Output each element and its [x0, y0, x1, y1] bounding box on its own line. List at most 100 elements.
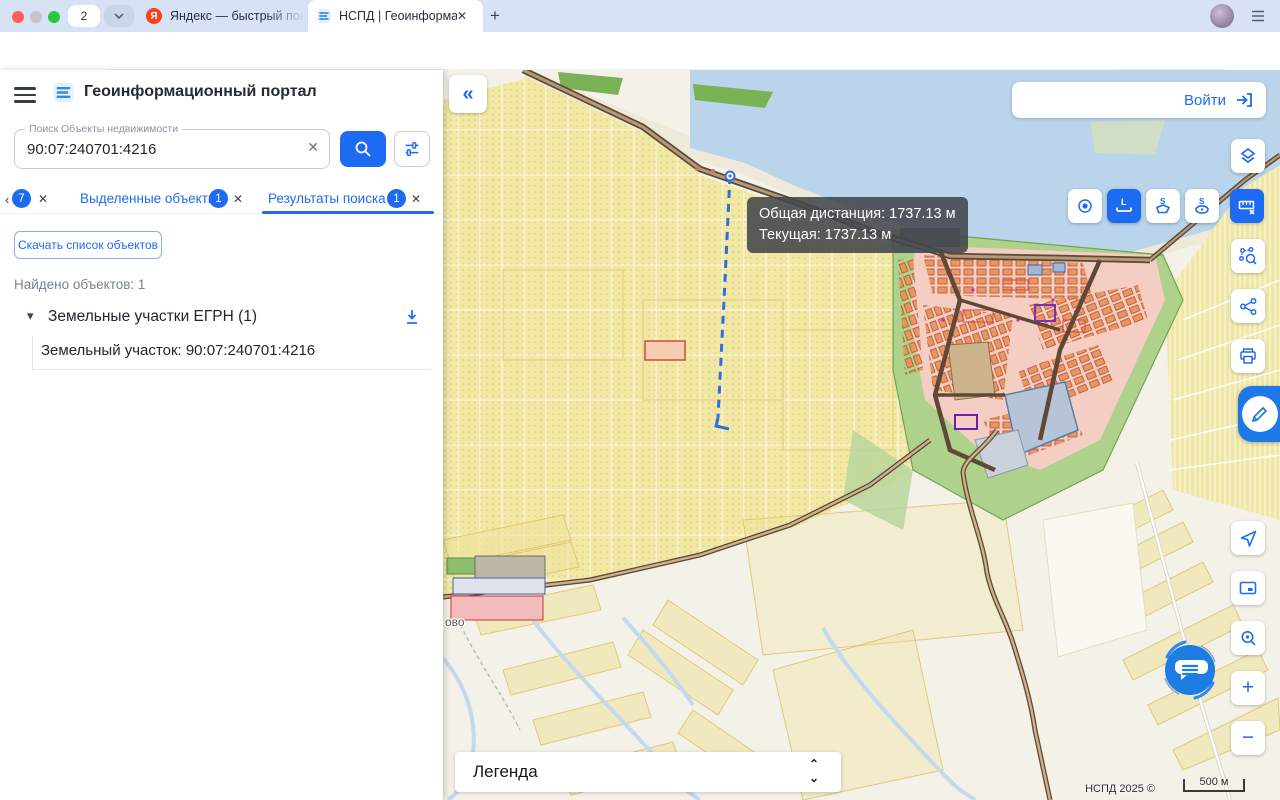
traffic-minimize-button[interactable]: [30, 11, 42, 23]
caret-up-icon: ⌃: [808, 757, 819, 771]
measure-point-button[interactable]: [1068, 189, 1102, 223]
collapse-chevron-icon[interactable]: ▾: [27, 308, 34, 324]
zoom-out-button[interactable]: −: [1231, 721, 1265, 755]
chevron-down-icon: [114, 13, 124, 19]
tab-close-icon[interactable]: ✕: [457, 9, 467, 23]
geometry-search-icon: [1239, 247, 1257, 265]
tab-title: НСПД | Геоинформаци: [339, 9, 457, 23]
circle-area-icon: S: [1195, 197, 1209, 214]
result-item-row[interactable]: Земельный участок: 90:07:240701:4216: [32, 336, 430, 370]
download-group-icon[interactable]: [403, 308, 421, 327]
legend-label: Легенда: [473, 762, 538, 781]
download-list-button[interactable]: Скачать список объектов: [14, 231, 162, 259]
search-button[interactable]: [340, 131, 386, 167]
length-icon: L: [1116, 197, 1132, 212]
tab-nspd[interactable]: НСПД | Геоинформаци ✕: [308, 0, 483, 32]
share-button[interactable]: [1231, 289, 1265, 323]
zoom-in-button[interactable]: +: [1231, 671, 1265, 705]
search-results-badge: 1: [387, 189, 406, 208]
share-icon: [1239, 297, 1256, 315]
map-attribution: НСПД 2025 ©: [1085, 783, 1155, 795]
measure-length-button[interactable]: L: [1107, 189, 1141, 223]
active-tab-underline: [262, 211, 434, 214]
hidden-tab-close-icon[interactable]: ✕: [38, 192, 48, 206]
svg-text:S: S: [1199, 197, 1205, 206]
tab-selected-objects[interactable]: Выделенные объекты: [80, 191, 218, 206]
hidden-tab-badge[interactable]: 7: [12, 189, 31, 208]
workspace-tabs: ‹ 7 ✕ Выделенные объекты 1 ✕ Результаты …: [0, 186, 443, 214]
tooltip-current-distance: Текущая: 1737.13 м: [759, 227, 892, 243]
collapse-sidebar-button[interactable]: «: [449, 75, 487, 113]
login-button[interactable]: Войти: [1184, 92, 1226, 109]
tab-list-chevron[interactable]: [104, 5, 134, 27]
layers-button[interactable]: [1231, 139, 1265, 173]
caret-down-icon: ⌄: [808, 771, 819, 785]
nspd-favicon: [317, 9, 331, 23]
map-container: ово « Войти Общая дистанция: 1737.13 м Т…: [443, 70, 1280, 800]
search-field: Поиск Объекты недвижимости ✕: [14, 123, 330, 169]
overview-map-button[interactable]: [1231, 571, 1265, 605]
map-highlighted-parcel[interactable]: [644, 340, 686, 361]
measure-tooltip: Общая дистанция: 1737.13 м Текущая: 1737…: [747, 197, 968, 253]
nspd-logo: [53, 82, 74, 103]
login-bar: Войти: [1012, 82, 1266, 118]
traffic-fullscreen-button[interactable]: [48, 11, 60, 23]
traffic-close-button[interactable]: [12, 11, 24, 23]
ruler-close-icon: [1238, 200, 1255, 215]
browser-toolbar: ← Я ↻ nspd.gov.ru НСПД | Геоинформационн…: [0, 32, 1280, 96]
selected-objects-badge: 1: [209, 189, 228, 208]
measure-close-button[interactable]: [1230, 189, 1264, 223]
selected-objects-close-icon[interactable]: ✕: [233, 192, 243, 206]
search-clear-icon[interactable]: ✕: [307, 139, 319, 156]
yandex-favicon: Я: [146, 8, 162, 24]
tab-search-results[interactable]: Результаты поиска: [268, 191, 386, 206]
tabs-scroll-left-icon[interactable]: ‹: [5, 192, 9, 207]
sidebar-panel: Геоинформационный портал Поиск Объекты н…: [0, 70, 443, 800]
print-button[interactable]: [1231, 339, 1265, 373]
navigate-icon: [1240, 530, 1256, 547]
avatar[interactable]: [1210, 4, 1234, 28]
point-icon: [1078, 199, 1092, 213]
login-icon: [1237, 93, 1252, 107]
result-group-row[interactable]: ▾ Земельные участки ЕГРН (1): [0, 306, 443, 332]
browser-menu-icon[interactable]: [1250, 9, 1266, 28]
feedback-circle: [1242, 396, 1278, 432]
scale-label: 500 м: [1199, 776, 1229, 788]
measure-area-button[interactable]: S: [1146, 189, 1180, 223]
map-white-parcel: [1042, 502, 1148, 658]
search-field-label: Поиск Объекты недвижимости: [25, 123, 183, 135]
search-on-map-button[interactable]: [1231, 621, 1265, 655]
geometry-search-button[interactable]: [1231, 239, 1265, 273]
legend-toggle[interactable]: ⌃ ⌄: [809, 757, 819, 785]
tooltip-total-distance: Общая дистанция: 1737.13 м: [759, 206, 956, 222]
chat-widget[interactable]: [1157, 637, 1223, 703]
overview-frame-icon: [1239, 581, 1257, 595]
search-input[interactable]: [27, 137, 282, 161]
layers-icon: [1240, 147, 1256, 164]
portal-title: Геоинформационный портал: [84, 83, 317, 100]
sidebar-menu-icon[interactable]: [14, 83, 36, 107]
tab-yandex[interactable]: Я Яндекс — быстрый поиск: [146, 0, 306, 32]
map-scale: 500 м: [1183, 776, 1245, 792]
screen: { "glyphs": { "close": "✕", "plus": "+",…: [0, 0, 1280, 800]
map-canvas[interactable]: ово: [443, 70, 1280, 800]
map-small-parcels: [446, 555, 546, 621]
search-settings-button[interactable]: [394, 131, 430, 167]
tab-title: Яндекс — быстрый поиск: [170, 9, 306, 23]
result-group-title: Земельные участки ЕГРН (1): [48, 308, 258, 325]
map-search-icon: [1241, 630, 1256, 646]
legend-bar[interactable]: Легенда ⌃ ⌄: [455, 752, 841, 792]
measure-circle-button[interactable]: S: [1185, 189, 1219, 223]
village-label: ово: [445, 615, 465, 629]
print-icon: [1240, 348, 1256, 364]
search-results-close-icon[interactable]: ✕: [411, 192, 421, 206]
browser-tabstrip: 2 Я Яндекс — быстрый поиск НСПД | Геоинф…: [0, 0, 1280, 32]
area-icon: S: [1156, 197, 1171, 214]
tune-icon: [405, 141, 419, 157]
locate-me-button[interactable]: [1231, 521, 1265, 555]
tab-count-pill[interactable]: 2: [68, 5, 100, 27]
svg-text:L: L: [1121, 197, 1127, 207]
result-item-text: Земельный участок: 90:07:240701:4216: [41, 342, 316, 359]
feedback-widget[interactable]: [1238, 386, 1280, 442]
new-tab-button[interactable]: +: [490, 0, 510, 32]
